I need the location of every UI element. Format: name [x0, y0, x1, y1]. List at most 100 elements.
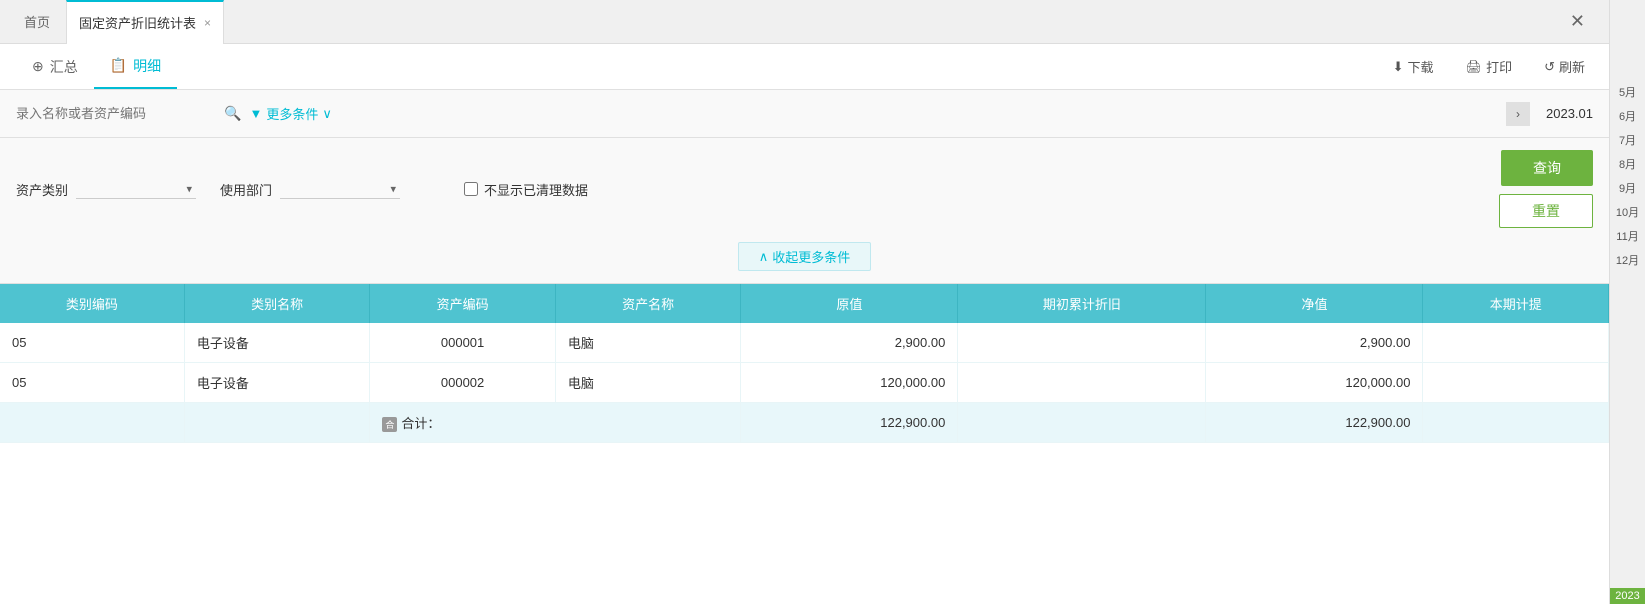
- col-asset-code: 资产编码: [370, 284, 556, 323]
- cell-net-value: 2,900.00: [1206, 323, 1423, 363]
- sidebar-month[interactable]: 12月: [1614, 248, 1641, 272]
- filter-link[interactable]: ▼ 更多条件 ∨: [249, 104, 331, 123]
- detail-label: 明细: [133, 56, 161, 76]
- download-button[interactable]: ⬇ 下载: [1385, 53, 1442, 80]
- sidebar-month[interactable]: 5月: [1614, 80, 1641, 104]
- filter-icon: ▼: [249, 106, 262, 121]
- collapse-bar: ∧ 收起更多条件: [16, 236, 1593, 275]
- cell-category-name: 电子设备: [184, 363, 370, 403]
- refresh-button[interactable]: ↺ 刷新: [1536, 53, 1593, 80]
- table-row: 05 电子设备 000002 电脑 120,000.00 120,000.00: [0, 363, 1609, 403]
- department-select[interactable]: [280, 179, 400, 199]
- refresh-icon: ↺: [1544, 59, 1555, 75]
- window-close-button[interactable]: ✕: [1562, 7, 1593, 36]
- asset-category-select-wrapper: [76, 179, 196, 199]
- cell-category-code: 05: [0, 323, 184, 363]
- tab-bar-right: ⬇ 下载 🖨 打印 ↺ 刷新: [1385, 53, 1593, 80]
- table-container: 类别编码 类别名称 资产编码 资产名称 原值 期初累计折旧 净值 本期计提 05…: [0, 284, 1609, 604]
- hide-cleared-label: 不显示已清理数据: [484, 180, 588, 199]
- cell-asset-name: 电脑: [555, 323, 741, 363]
- cell-accumulated-depreciation: [958, 363, 1206, 403]
- chevron-down-icon: ∨: [322, 106, 332, 122]
- summary-icon: ⊕: [32, 58, 44, 75]
- department-filter: 使用部门: [220, 179, 400, 199]
- year-badge: 2023: [1610, 588, 1645, 604]
- download-icon: ⬇: [1393, 59, 1404, 75]
- print-label: 打印: [1486, 57, 1512, 76]
- reset-button[interactable]: 重置: [1499, 194, 1593, 228]
- cell-accumulated-depreciation: [958, 323, 1206, 363]
- hide-cleared-checkbox[interactable]: [464, 182, 478, 196]
- filter-label: 更多条件: [266, 104, 318, 123]
- main-tab[interactable]: 固定资产折旧统计表 ×: [66, 0, 224, 44]
- query-button[interactable]: 查询: [1501, 150, 1593, 186]
- detail-icon: 📋: [110, 57, 127, 74]
- total-current-period: [1423, 403, 1609, 443]
- tab-title: 固定资产折旧统计表: [79, 13, 196, 32]
- sidebar-month[interactable]: 11月: [1614, 224, 1641, 248]
- collapse-label: 收起更多条件: [772, 247, 850, 266]
- top-nav: 首页 固定资产折旧统计表 × ✕: [0, 0, 1609, 44]
- col-accumulated-depreciation: 期初累计折旧: [958, 284, 1206, 323]
- home-nav[interactable]: 首页: [16, 12, 58, 31]
- department-select-wrapper: [280, 179, 400, 199]
- tab-detail[interactable]: 📋 明细: [94, 44, 177, 89]
- cell-asset-code: 000001: [370, 323, 556, 363]
- hide-cleared-filter: 不显示已清理数据: [464, 180, 588, 199]
- tab-bar: ⊕ 汇总 📋 明细 ⬇ 下载 🖨 打印 ↺ 刷新: [0, 44, 1609, 90]
- col-category-code: 类别编码: [0, 284, 184, 323]
- asset-category-filter: 资产类别: [16, 179, 196, 199]
- sidebar-month[interactable]: 6月: [1614, 104, 1641, 128]
- refresh-label: 刷新: [1559, 57, 1585, 76]
- cell-category-code: 05: [0, 363, 184, 403]
- total-row: 合合计： 122,900.00 122,900.00: [0, 403, 1609, 443]
- cell-net-value: 120,000.00: [1206, 363, 1423, 403]
- sidebar-months: 5月6月7月8月9月10月11月12月: [1614, 80, 1641, 272]
- search-bar: 🔍 ▼ 更多条件 ∨ › 2023.01: [0, 90, 1609, 138]
- date-label: 2023.01: [1546, 106, 1593, 121]
- total-original-value: 122,900.00: [741, 403, 958, 443]
- tab-close-icon[interactable]: ×: [204, 16, 211, 30]
- cell-current-period: [1423, 363, 1609, 403]
- table-header-row: 类别编码 类别名称 资产编码 资产名称 原值 期初累计折旧 净值 本期计提: [0, 284, 1609, 323]
- department-label: 使用部门: [220, 180, 272, 199]
- cell-current-period: [1423, 323, 1609, 363]
- print-icon: 🖨: [1466, 59, 1483, 75]
- col-net-value: 净值: [1206, 284, 1423, 323]
- sidebar-month[interactable]: 8月: [1614, 152, 1641, 176]
- print-button[interactable]: 🖨 打印: [1458, 53, 1521, 80]
- date-nav-arrow[interactable]: ›: [1506, 102, 1530, 126]
- total-net-value: 122,900.00: [1206, 403, 1423, 443]
- filter-area: 资产类别 使用部门 不显示已清理数据: [0, 138, 1609, 284]
- collapse-button[interactable]: ∧ 收起更多条件: [738, 242, 872, 271]
- data-table: 类别编码 类别名称 资产编码 资产名称 原值 期初累计折旧 净值 本期计提 05…: [0, 284, 1609, 443]
- total-icon: 合: [382, 417, 397, 432]
- cell-original-value: 120,000.00: [741, 363, 958, 403]
- total-accumulated-depreciation: [958, 403, 1206, 443]
- filter-buttons: 查询 重置: [1499, 150, 1593, 228]
- cell-category-name: 电子设备: [184, 323, 370, 363]
- search-icon[interactable]: 🔍: [224, 105, 241, 122]
- col-asset-name: 资产名称: [555, 284, 741, 323]
- download-label: 下载: [1408, 57, 1434, 76]
- cell-asset-code: 000002: [370, 363, 556, 403]
- cell-original-value: 2,900.00: [741, 323, 958, 363]
- summary-label: 汇总: [50, 57, 78, 77]
- table-row: 05 电子设备 000001 电脑 2,900.00 2,900.00: [0, 323, 1609, 363]
- right-sidebar: 5月6月7月8月9月10月11月12月 2023: [1609, 0, 1645, 604]
- col-category-name: 类别名称: [184, 284, 370, 323]
- tab-summary[interactable]: ⊕ 汇总: [16, 44, 94, 89]
- total-label: 合合计：: [370, 403, 741, 443]
- sidebar-month[interactable]: 10月: [1614, 200, 1641, 224]
- search-input[interactable]: [16, 106, 216, 121]
- col-current-period: 本期计提: [1423, 284, 1609, 323]
- asset-category-select[interactable]: [76, 179, 196, 199]
- asset-category-label: 资产类别: [16, 180, 68, 199]
- col-original-value: 原值: [741, 284, 958, 323]
- sidebar-month[interactable]: 9月: [1614, 176, 1641, 200]
- sidebar-month[interactable]: 7月: [1614, 128, 1641, 152]
- collapse-icon: ∧: [759, 249, 769, 265]
- filter-row: 资产类别 使用部门 不显示已清理数据: [16, 150, 1593, 228]
- tab-bar-left: ⊕ 汇总 📋 明细: [16, 44, 177, 89]
- cell-asset-name: 电脑: [555, 363, 741, 403]
